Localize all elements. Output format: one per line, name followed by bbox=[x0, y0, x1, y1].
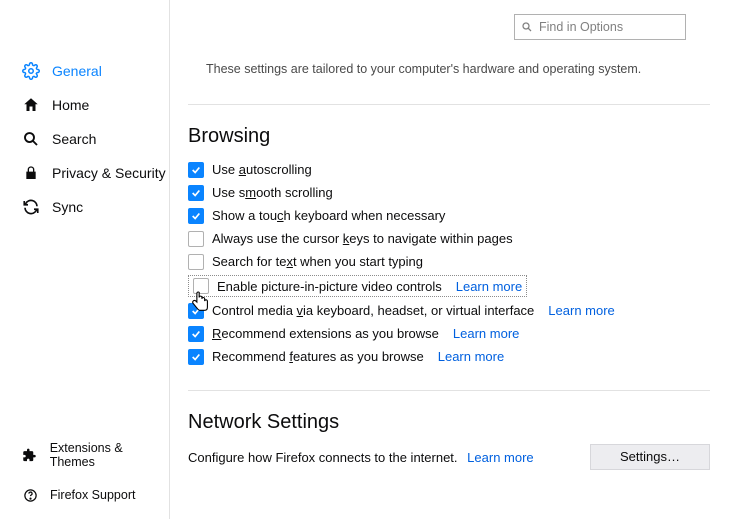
learn-more-link[interactable]: Learn more bbox=[438, 349, 504, 364]
checkbox[interactable] bbox=[188, 185, 204, 201]
sidebar-item-support[interactable]: Firefox Support bbox=[0, 481, 169, 509]
browsing-option-row: Control media via keyboard, headset, or … bbox=[188, 299, 710, 322]
checkbox[interactable] bbox=[188, 326, 204, 342]
checkbox[interactable] bbox=[188, 162, 204, 178]
sidebar-item-label: General bbox=[52, 63, 102, 79]
browsing-option-row: Enable picture-in-picture video controls… bbox=[188, 275, 527, 297]
sidebar-item-home[interactable]: Home bbox=[0, 90, 169, 120]
checkbox-label[interactable]: Recommend extensions as you browse bbox=[212, 326, 439, 341]
network-settings-button[interactable]: Settings… bbox=[590, 444, 710, 470]
search-icon bbox=[22, 130, 40, 148]
gear-icon bbox=[22, 62, 40, 80]
network-desc: Configure how Firefox connects to the in… bbox=[188, 450, 534, 465]
sidebar-item-general[interactable]: General bbox=[0, 56, 169, 86]
search-box[interactable] bbox=[514, 14, 686, 40]
sidebar-item-privacy[interactable]: Privacy & Security bbox=[0, 158, 169, 188]
checkbox-label[interactable]: Show a touch keyboard when necessary bbox=[212, 208, 445, 223]
checkbox[interactable] bbox=[188, 231, 204, 247]
sidebar-item-search[interactable]: Search bbox=[0, 124, 169, 154]
browsing-option-row: Show a touch keyboard when necessary bbox=[188, 204, 710, 227]
learn-more-link[interactable]: Learn more bbox=[456, 279, 522, 294]
section-title-browsing: Browsing bbox=[188, 125, 710, 148]
checkbox-label[interactable]: Use autoscrolling bbox=[212, 162, 312, 177]
checkbox-label[interactable]: Always use the cursor keys to navigate w… bbox=[212, 231, 513, 246]
checkbox-label[interactable]: Use smooth scrolling bbox=[212, 185, 333, 200]
sidebar-item-label: Firefox Support bbox=[50, 488, 135, 502]
checkbox[interactable] bbox=[188, 349, 204, 365]
intro-text: These settings are tailored to your comp… bbox=[206, 62, 710, 76]
learn-more-link[interactable]: Learn more bbox=[548, 303, 614, 318]
puzzle-icon bbox=[22, 447, 38, 463]
sidebar-item-label: Privacy & Security bbox=[52, 165, 166, 181]
browsing-section: Browsing Use autoscrolling Use smooth scr… bbox=[188, 125, 710, 368]
browsing-option-row: Recommend extensions as you browse Learn … bbox=[188, 322, 710, 345]
sync-icon bbox=[22, 198, 40, 216]
browsing-option-row: Search for text when you start typing bbox=[188, 250, 710, 273]
learn-more-link[interactable]: Learn more bbox=[453, 326, 519, 341]
sidebar-item-label: Sync bbox=[52, 199, 83, 215]
lock-icon bbox=[22, 164, 40, 182]
home-icon bbox=[22, 96, 40, 114]
checkbox-label[interactable]: Search for text when you start typing bbox=[212, 254, 423, 269]
sidebar-item-label: Home bbox=[52, 97, 89, 113]
sidebar-item-label: Search bbox=[52, 131, 96, 147]
network-learn-more-link[interactable]: Learn more bbox=[467, 450, 533, 465]
checkbox[interactable] bbox=[188, 254, 204, 270]
divider bbox=[188, 390, 710, 391]
question-icon bbox=[22, 487, 38, 503]
browsing-option-row: Recommend features as you browse Learn mo… bbox=[188, 345, 710, 368]
sidebar-item-extensions[interactable]: Extensions & Themes bbox=[0, 435, 169, 475]
sidebar-item-label: Extensions & Themes bbox=[50, 441, 169, 469]
checkbox[interactable] bbox=[188, 303, 204, 319]
content-pane: These settings are tailored to your comp… bbox=[170, 0, 750, 519]
checkbox[interactable] bbox=[188, 208, 204, 224]
search-input[interactable] bbox=[537, 19, 679, 35]
divider bbox=[188, 104, 710, 105]
network-section: Network Settings Configure how Firefox c… bbox=[188, 411, 710, 470]
checkbox[interactable] bbox=[193, 278, 209, 294]
sidebar: General Home Search Privacy & Security S… bbox=[0, 0, 170, 519]
checkbox-label[interactable]: Enable picture-in-picture video controls bbox=[217, 279, 442, 294]
browsing-option-row: Always use the cursor keys to navigate w… bbox=[188, 227, 710, 250]
browsing-option-row: Use smooth scrolling bbox=[188, 181, 710, 204]
checkbox-label[interactable]: Control media via keyboard, headset, or … bbox=[212, 303, 534, 318]
search-icon bbox=[521, 21, 533, 33]
browsing-option-row: Use autoscrolling bbox=[188, 158, 710, 181]
checkbox-label[interactable]: Recommend features as you browse bbox=[212, 349, 424, 364]
section-title-network: Network Settings bbox=[188, 411, 710, 434]
sidebar-item-sync[interactable]: Sync bbox=[0, 192, 169, 222]
